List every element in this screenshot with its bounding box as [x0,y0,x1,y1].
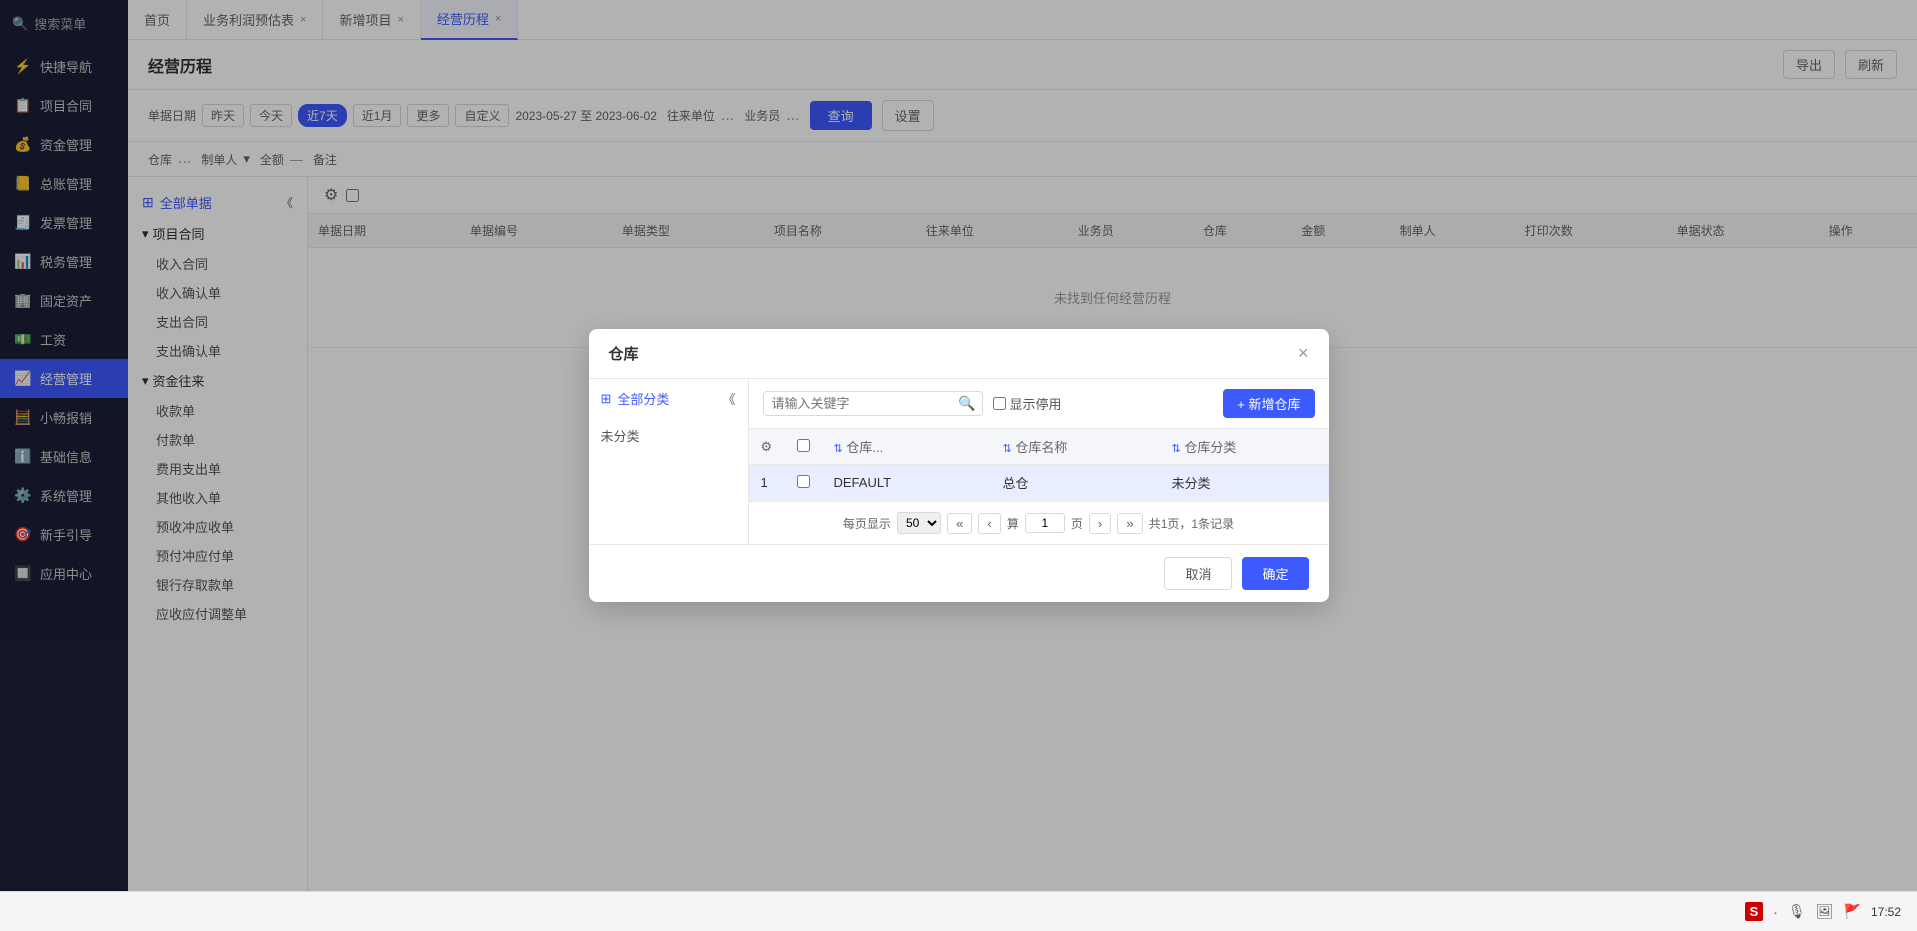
modal-cat-all-label: 全部分类 [617,389,669,408]
cancel-button[interactable]: 取消 [1164,557,1232,590]
taskbar-icon-flag: 🚩 [1844,903,1861,920]
modal-category-panel: ⊞ 全部分类 《 未分类 [589,379,749,544]
modal-cat-item-label: 未分类 [601,429,640,444]
show-disabled-text: 显示停用 [1010,394,1062,413]
row-select[interactable] [797,475,810,488]
modal-cat-all[interactable]: ⊞ 全部分类 《 [589,379,748,418]
show-disabled-label[interactable]: 显示停用 [993,394,1062,413]
modal-last-page-btn[interactable]: » [1117,513,1142,534]
modal-page-label: 页 [1071,515,1083,532]
modal-next-page-btn[interactable]: › [1089,513,1111,534]
modal-col-category[interactable]: ⇅ 仓库分类 [1160,429,1329,465]
search-input-wrap: 🔍 [763,391,983,416]
modal-overlay: 仓库 × ⊞ 全部分类 《 未分类 🔍 [0,0,1917,931]
modal-page-input[interactable] [1025,513,1065,533]
warehouse-table: ⚙ ⇅ 仓库... ⇅ 仓库名称 [749,429,1329,501]
table-row[interactable]: 1 DEFAULT 总仓 未分类 [749,465,1329,501]
row-name: 总仓 [991,465,1160,501]
taskbar-icons: S · 🎙 🖼 🚩 17:52 [1745,902,1901,921]
modal-title: 仓库 [609,343,639,364]
modal-col-cat-label: 仓库分类 [1184,440,1236,455]
modal-body: ⊞ 全部分类 《 未分类 🔍 显示停用 [589,379,1329,544]
modal-total-label: 共1页，1条记录 [1149,515,1234,532]
modal-page-word: 算 [1007,515,1019,532]
modal-header: 仓库 × [589,329,1329,379]
modal-pagination: 每页显示 50 « ‹ 算 页 › » 共1页，1条记录 [749,501,1329,544]
taskbar-icon-s: S [1745,902,1764,921]
modal-cat-collapse-btn[interactable]: 《 [722,389,735,408]
modal-select-all[interactable] [797,439,810,452]
modal-cat-item-unclassified[interactable]: 未分类 [589,418,748,453]
taskbar-icon-dot: · [1773,904,1778,920]
modal-close-btn[interactable]: × [1298,343,1309,364]
modal-first-page-btn[interactable]: « [947,513,972,534]
modal-col-checkbox [785,429,822,465]
modal-col-settings[interactable]: ⚙ [749,429,785,465]
modal-col-name-label: 仓库名称 [1015,440,1067,455]
confirm-button[interactable]: 确定 [1242,557,1308,590]
modal-table-wrap: ⚙ ⇅ 仓库... ⇅ 仓库名称 [749,429,1329,501]
row-category: 未分类 [1160,465,1329,501]
show-disabled-checkbox[interactable] [993,397,1006,410]
row-code: DEFAULT [822,465,991,501]
modal-prev-page-btn[interactable]: ‹ [978,513,1000,534]
sort-icon-code: ⇅ [834,443,843,455]
taskbar-icon-mic: 🎙 [1788,903,1806,920]
warehouse-modal: 仓库 × ⊞ 全部分类 《 未分类 🔍 [589,329,1329,602]
modal-right-panel: 🔍 显示停用 + 新增仓库 ⚙ [749,379,1329,544]
taskbar-icon-img: 🖼 [1816,903,1834,920]
modal-per-page-label: 每页显示 [843,515,891,532]
add-warehouse-btn[interactable]: + 新增仓库 [1223,389,1314,418]
sort-icon-name: ⇅ [1003,443,1012,455]
modal-page-size-select[interactable]: 50 [897,512,941,534]
modal-footer: 取消 确定 [589,544,1329,602]
warehouse-search-btn[interactable]: 🔍 [952,395,981,412]
modal-col-name[interactable]: ⇅ 仓库名称 [991,429,1160,465]
modal-col-code[interactable]: ⇅ 仓库... [822,429,991,465]
taskbar-time: 17:52 [1871,905,1901,919]
taskbar: S · 🎙 🖼 🚩 17:52 [0,891,1917,931]
row-seq: 1 [749,465,785,501]
warehouse-search-input[interactable] [764,392,953,415]
grid-icon-modal: ⊞ [601,391,612,407]
row-checkbox[interactable] [785,465,822,501]
modal-col-code-label: 仓库... [846,440,883,455]
sort-icon-cat: ⇅ [1172,443,1181,455]
modal-toolbar: 🔍 显示停用 + 新增仓库 [749,379,1329,429]
